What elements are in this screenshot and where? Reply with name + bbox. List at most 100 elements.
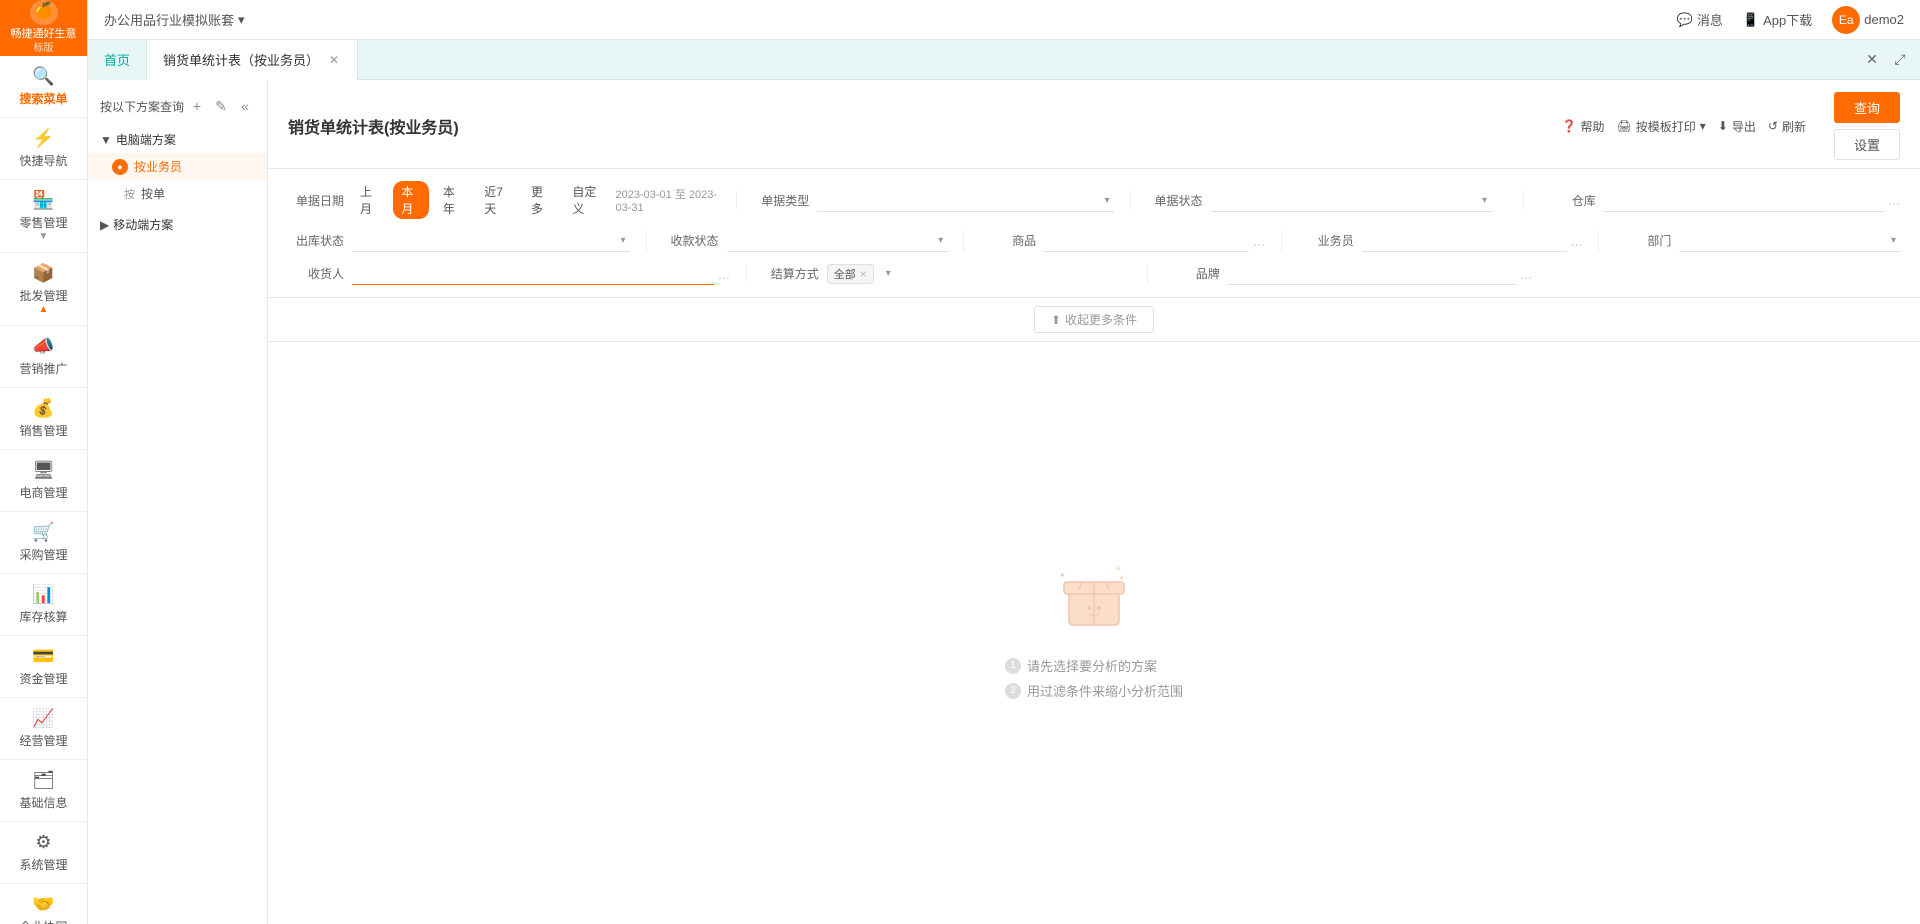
outstatus-input[interactable] bbox=[352, 229, 630, 252]
scheme-group-mobile-header[interactable]: ▶ 移动端方案 bbox=[88, 211, 267, 238]
separator-5 bbox=[963, 231, 964, 251]
sidebar-item-retail[interactable]: 🏪 零售管理 ▼ bbox=[0, 180, 88, 253]
collapse-icon: ⬆ bbox=[1051, 313, 1061, 327]
date-filter: 上月 本月 本年 近7天 更多 自定义 2023-03-01 至 2023-03… bbox=[352, 181, 720, 219]
sidebar-item-sales[interactable]: 💰 销售管理 bbox=[0, 388, 88, 450]
tip-text-1: 请先选择要分析的方案 bbox=[1027, 656, 1157, 675]
brand-label: 品牌 bbox=[1164, 265, 1220, 282]
salesperson-dots[interactable]: ... bbox=[1571, 233, 1583, 249]
sidebar-item-purchase[interactable]: 🛒 采购管理 bbox=[0, 512, 88, 574]
filter-salesperson-field: 业务员 ... bbox=[1298, 229, 1583, 252]
date-tab-more[interactable]: 更多 bbox=[523, 181, 558, 219]
message-icon: 💬 bbox=[1677, 12, 1693, 28]
sidebar-item-wholesale[interactable]: 📦 批发管理 ▲ bbox=[0, 253, 88, 326]
goods-dots[interactable]: ... bbox=[1253, 233, 1265, 249]
add-scheme-button[interactable]: + bbox=[187, 96, 207, 116]
scheme-item-salesperson[interactable]: ● 按业务员 bbox=[88, 153, 267, 180]
tab-close-button[interactable]: ✕ bbox=[327, 51, 341, 69]
brand-dots[interactable]: ... bbox=[1520, 266, 1532, 282]
refresh-button[interactable]: ↺ 刷新 bbox=[1768, 118, 1806, 135]
salesperson-label: 业务员 bbox=[1298, 232, 1354, 249]
receiptstatus-label: 收款状态 bbox=[663, 232, 719, 249]
tip-num-2: 2 bbox=[1005, 683, 1021, 699]
filter-receiptstatus-field: 收款状态 ▾ bbox=[663, 229, 948, 252]
dept-input[interactable] bbox=[1679, 229, 1900, 252]
operations-icon: 📈 bbox=[32, 708, 54, 729]
help-button[interactable]: ❓ 帮助 bbox=[1562, 118, 1605, 135]
sidebar-item-system[interactable]: ⚙ 系统管理 bbox=[0, 822, 88, 884]
print-chevron: ▾ bbox=[1700, 119, 1706, 133]
tab-active[interactable]: 销货单统计表（按业务员） ✕ bbox=[147, 40, 358, 80]
filter-payment-field: 结算方式 全部 × ▾ bbox=[763, 264, 1131, 284]
app-logo: 🍊 畅捷通好生意 标版 bbox=[0, 0, 88, 56]
basic-icon: 🗂 bbox=[32, 770, 55, 791]
collapse-panel-button[interactable]: « bbox=[235, 96, 255, 116]
date-tab-this-month[interactable]: 本月 bbox=[393, 181, 428, 219]
user-menu[interactable]: Ea demo2 bbox=[1832, 6, 1904, 34]
avatar: Ea bbox=[1832, 6, 1860, 34]
warehouse-dots-btn[interactable]: ... bbox=[1888, 192, 1900, 208]
sidebar-item-enterprise[interactable]: 🤝 企业协同 bbox=[0, 884, 88, 924]
sidebar-item-basic[interactable]: 🗂 基础信息 bbox=[0, 760, 88, 822]
tab-active-label: 销货单统计表（按业务员） bbox=[163, 50, 319, 69]
maximize-window-button[interactable]: ⤢ bbox=[1888, 48, 1912, 72]
salesperson-input[interactable] bbox=[1362, 229, 1567, 252]
breadcrumb-dropdown[interactable]: 办公用品行业模拟账套 ▾ bbox=[104, 10, 245, 29]
app-download-label: App下载 bbox=[1763, 10, 1812, 29]
payment-label: 结算方式 bbox=[763, 265, 819, 282]
tab-home[interactable]: 首页 bbox=[88, 40, 147, 80]
sidebar-item-finance[interactable]: 💳 资金管理 bbox=[0, 636, 88, 698]
query-button[interactable]: 查询 bbox=[1834, 92, 1900, 123]
edit-scheme-button[interactable]: ✎ bbox=[211, 96, 231, 116]
sidebar-item-quicknav[interactable]: ⚡ 快捷导航 bbox=[0, 118, 88, 180]
filter-outstatus-field: 出库状态 ▾ bbox=[288, 229, 630, 252]
date-tab-7days[interactable]: 近7天 bbox=[476, 181, 517, 219]
receiptstatus-input[interactable] bbox=[727, 229, 948, 252]
warehouse-input[interactable] bbox=[1604, 189, 1885, 212]
export-button[interactable]: ⬇ 导出 bbox=[1718, 118, 1756, 135]
scheme-item-bysingle[interactable]: 按 按单 bbox=[88, 180, 267, 207]
separator-9 bbox=[1147, 264, 1148, 284]
payment-tag[interactable]: 全部 × bbox=[827, 264, 874, 284]
payment-tag-remove[interactable]: × bbox=[860, 267, 867, 281]
inventory-icon: 📊 bbox=[32, 584, 54, 605]
sidebar-item-marketing[interactable]: 📣 营销推广 bbox=[0, 326, 88, 388]
date-tab-this-year[interactable]: 本年 bbox=[435, 181, 470, 219]
sidebar-item-ecom[interactable]: 🖥 电商管理 bbox=[0, 450, 88, 512]
doctype-input[interactable] bbox=[817, 189, 1113, 212]
sidebar-label-search: 搜索菜单 bbox=[19, 90, 67, 107]
download-icon: 📱 bbox=[1743, 12, 1759, 28]
scheme-group-mobile: ▶ 移动端方案 bbox=[88, 209, 267, 240]
goods-input[interactable] bbox=[1044, 229, 1249, 252]
message-button[interactable]: 💬 消息 bbox=[1677, 10, 1723, 29]
filter-recipient-field: 收货人 ... bbox=[288, 262, 730, 285]
tab-home-label: 首页 bbox=[104, 50, 130, 69]
close-window-button[interactable]: ✕ bbox=[1860, 48, 1884, 72]
app-download-button[interactable]: 📱 App下载 bbox=[1743, 10, 1812, 29]
sidebar-item-operations[interactable]: 📈 经营管理 bbox=[0, 698, 88, 760]
sidebar-label-enterprise: 企业协同 bbox=[19, 918, 67, 924]
sidebar-item-inventory[interactable]: 📊 库存核算 bbox=[0, 574, 88, 636]
tip-num-1: 1 bbox=[1005, 658, 1021, 674]
empty-tips: 1 请先选择要分析的方案 2 用过滤条件来缩小分析范围 bbox=[1005, 656, 1183, 706]
filter-docstatus-field: 单据状态 ▾ ... bbox=[1147, 189, 1507, 212]
recipient-input[interactable] bbox=[352, 262, 714, 285]
date-tab-custom[interactable]: 自定义 bbox=[564, 181, 609, 219]
docstatus-input[interactable] bbox=[1211, 189, 1492, 212]
sidebar-label-system: 系统管理 bbox=[19, 856, 67, 873]
left-panel-actions: + ✎ « bbox=[187, 96, 255, 116]
date-tab-last-month[interactable]: 上月 bbox=[352, 181, 387, 219]
collapse-more-button[interactable]: ⬆ 收起更多条件 bbox=[1034, 306, 1154, 333]
sidebar-item-search[interactable]: 🔍 搜索菜单 bbox=[0, 56, 88, 118]
print-button[interactable]: 🖨 按模板打印 ▾ bbox=[1617, 118, 1706, 135]
recipient-dots[interactable]: ... bbox=[718, 266, 730, 282]
scheme-group-pc-header[interactable]: ▼ 电脑端方案 bbox=[88, 126, 267, 153]
settings-button[interactable]: 设置 bbox=[1834, 129, 1900, 160]
brand-input[interactable] bbox=[1228, 262, 1516, 285]
separator-6 bbox=[1281, 231, 1282, 251]
page-actions: ❓ 帮助 🖨 按模板打印 ▾ ⬇ 导出 ↺ 刷新 bbox=[1562, 92, 1900, 160]
tab-bar-actions: ✕ ⤢ bbox=[1860, 48, 1920, 72]
scheme-group-pc: ▼ 电脑端方案 ● 按业务员 按 按单 bbox=[88, 124, 267, 209]
marketing-icon: 📣 bbox=[32, 336, 54, 357]
docstatus-label: 单据状态 bbox=[1147, 192, 1203, 209]
